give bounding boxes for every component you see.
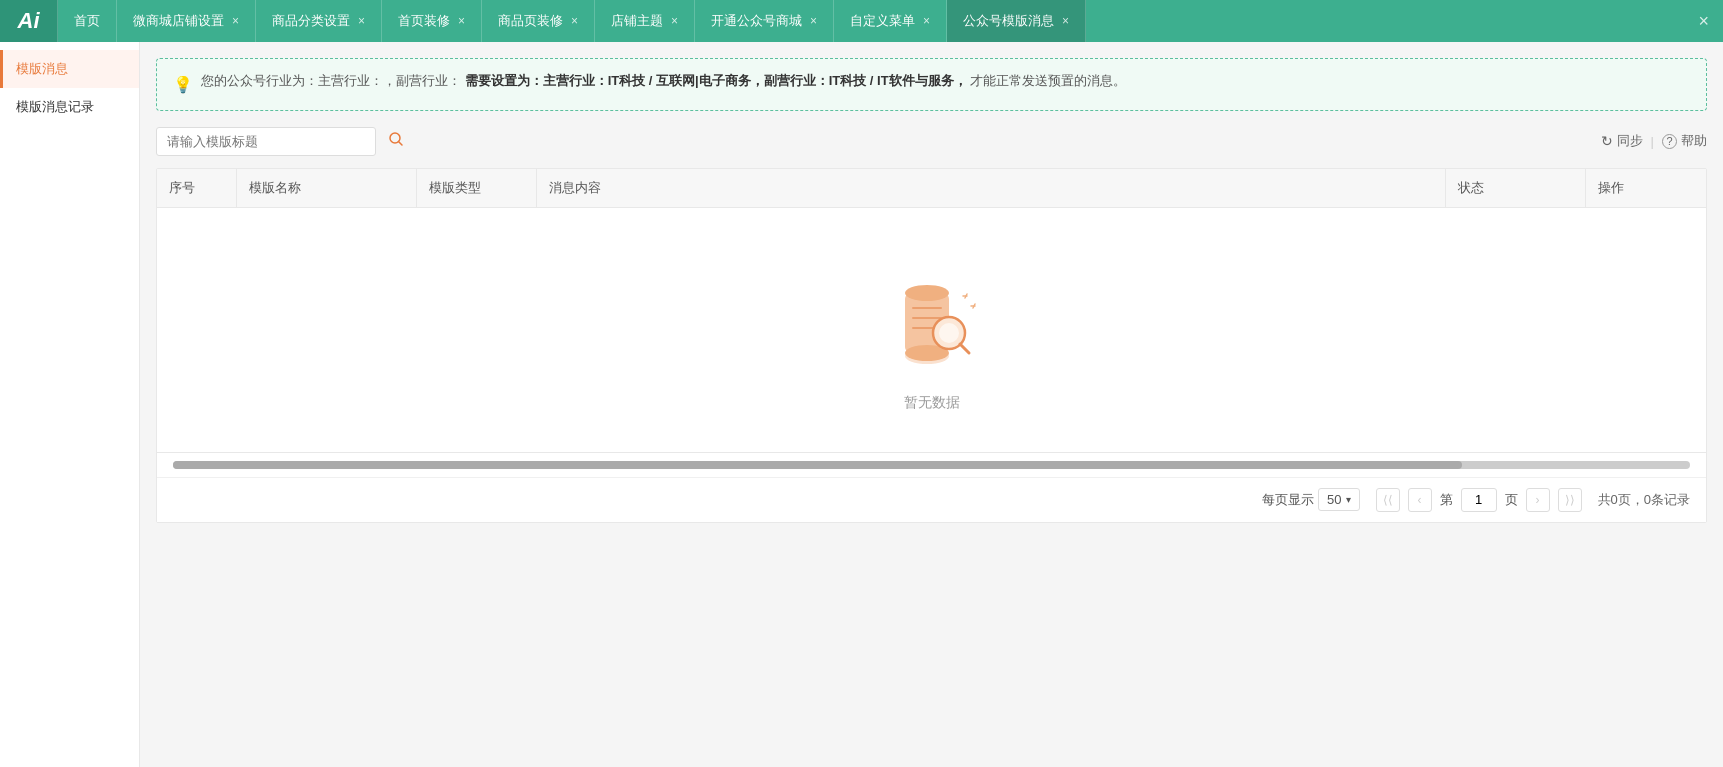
svg-point-10: [939, 323, 959, 343]
nav-tab-label-3: 首页装修: [398, 12, 450, 30]
nav-tab-label-5: 店铺主题: [611, 12, 663, 30]
nav-tab-close-1[interactable]: ×: [232, 14, 239, 28]
search-bar: ↻ 同步 | ? 帮助: [156, 127, 1707, 156]
scroll-track[interactable]: [173, 461, 1690, 469]
table-header-col-2: 模版类型: [417, 169, 537, 207]
nav-tab-label-7: 自定义菜单: [850, 12, 915, 30]
table-header-col-0: 序号: [157, 169, 237, 207]
divider: |: [1651, 134, 1654, 149]
pagination: 每页显示 50 ▾ ⟨⟨ ‹ 第 页 › ⟩⟩ 共0页，0条记录: [157, 477, 1706, 522]
close-all-button[interactable]: ×: [1684, 11, 1723, 32]
nav-tab-close-8[interactable]: ×: [1062, 14, 1069, 28]
nav-tab-5[interactable]: 店铺主题 ×: [595, 0, 695, 42]
nav-tab-close-2[interactable]: ×: [358, 14, 365, 28]
horizontal-scrollbar[interactable]: [157, 452, 1706, 477]
empty-state: 暂无数据: [157, 208, 1706, 452]
top-nav: Ai 首页微商城店铺设置×商品分类设置×首页装修×商品页装修×店铺主题×开通公众…: [0, 0, 1723, 42]
nav-tab-label-8: 公众号模版消息: [963, 12, 1054, 30]
notice-icon: 💡: [173, 72, 193, 98]
nav-tab-close-6[interactable]: ×: [810, 14, 817, 28]
search-input[interactable]: [156, 127, 376, 156]
app-logo: Ai: [0, 0, 58, 42]
svg-line-11: [960, 344, 969, 353]
nav-tab-close-5[interactable]: ×: [671, 14, 678, 28]
sync-icon: ↻: [1601, 133, 1613, 149]
empty-text: 暂无数据: [904, 394, 960, 412]
nav-tab-close-3[interactable]: ×: [458, 14, 465, 28]
sidebar-item-0[interactable]: 模版消息: [0, 50, 139, 88]
nav-tab-close-4[interactable]: ×: [571, 14, 578, 28]
table-header-col-3: 消息内容: [537, 169, 1446, 207]
next-page-button[interactable]: ›: [1526, 488, 1550, 512]
nav-tab-label-1: 微商城店铺设置: [133, 12, 224, 30]
table-header-col-1: 模版名称: [237, 169, 417, 207]
nav-tab-8[interactable]: 公众号模版消息 ×: [947, 0, 1086, 42]
main-layout: 模版消息模版消息记录 💡 您的公众号行业为：主营行业：，副营行业： 需要设置为：…: [0, 42, 1723, 767]
nav-tab-6[interactable]: 开通公众号商城 ×: [695, 0, 834, 42]
page-number-input[interactable]: [1461, 488, 1497, 512]
sync-button[interactable]: ↻ 同步: [1601, 132, 1643, 150]
svg-line-1: [399, 142, 403, 146]
nav-tab-2[interactable]: 商品分类设置 ×: [256, 0, 382, 42]
sidebar: 模版消息模版消息记录: [0, 42, 140, 767]
scroll-thumb[interactable]: [173, 461, 1462, 469]
nav-tab-label-2: 商品分类设置: [272, 12, 350, 30]
dropdown-arrow-icon: ▾: [1346, 494, 1351, 505]
first-page-button[interactable]: ⟨⟨: [1376, 488, 1400, 512]
help-icon: ?: [1662, 134, 1677, 149]
nav-tab-label-4: 商品页装修: [498, 12, 563, 30]
last-page-button[interactable]: ⟩⟩: [1558, 488, 1582, 512]
nav-tab-7[interactable]: 自定义菜单 ×: [834, 0, 947, 42]
table-header: 序号模版名称模版类型消息内容状态操作: [157, 169, 1706, 208]
search-right: ↻ 同步 | ? 帮助: [1601, 132, 1707, 150]
data-table: 序号模版名称模版类型消息内容状态操作: [156, 168, 1707, 523]
nav-tab-1[interactable]: 微商城店铺设置 ×: [117, 0, 256, 42]
prev-page-button[interactable]: ‹: [1408, 488, 1432, 512]
search-left: [156, 127, 408, 156]
search-button[interactable]: [384, 127, 408, 155]
nav-tab-close-7[interactable]: ×: [923, 14, 930, 28]
table-header-col-5: 操作: [1586, 169, 1706, 207]
nav-tab-label-6: 开通公众号商城: [711, 12, 802, 30]
page-size-selector: 每页显示 50 ▾: [1262, 488, 1359, 511]
nav-tab-0[interactable]: 首页: [58, 0, 117, 42]
svg-point-4: [905, 285, 949, 301]
table-header-col-4: 状态: [1446, 169, 1586, 207]
notice-banner: 💡 您的公众号行业为：主营行业：，副营行业： 需要设置为：主营行业：IT科技 /…: [156, 58, 1707, 111]
page-size-dropdown[interactable]: 50 ▾: [1318, 488, 1359, 511]
content-area: 💡 您的公众号行业为：主营行业：，副营行业： 需要设置为：主营行业：IT科技 /…: [140, 42, 1723, 767]
help-button[interactable]: ? 帮助: [1662, 132, 1707, 150]
empty-illustration: [877, 268, 987, 378]
sidebar-item-1[interactable]: 模版消息记录: [0, 88, 139, 126]
notice-text: 您的公众号行业为：主营行业：，副营行业： 需要设置为：主营行业：IT科技 / 互…: [201, 71, 1126, 92]
nav-tab-label-0: 首页: [74, 12, 100, 30]
nav-tab-4[interactable]: 商品页装修 ×: [482, 0, 595, 42]
nav-tab-3[interactable]: 首页装修 ×: [382, 0, 482, 42]
